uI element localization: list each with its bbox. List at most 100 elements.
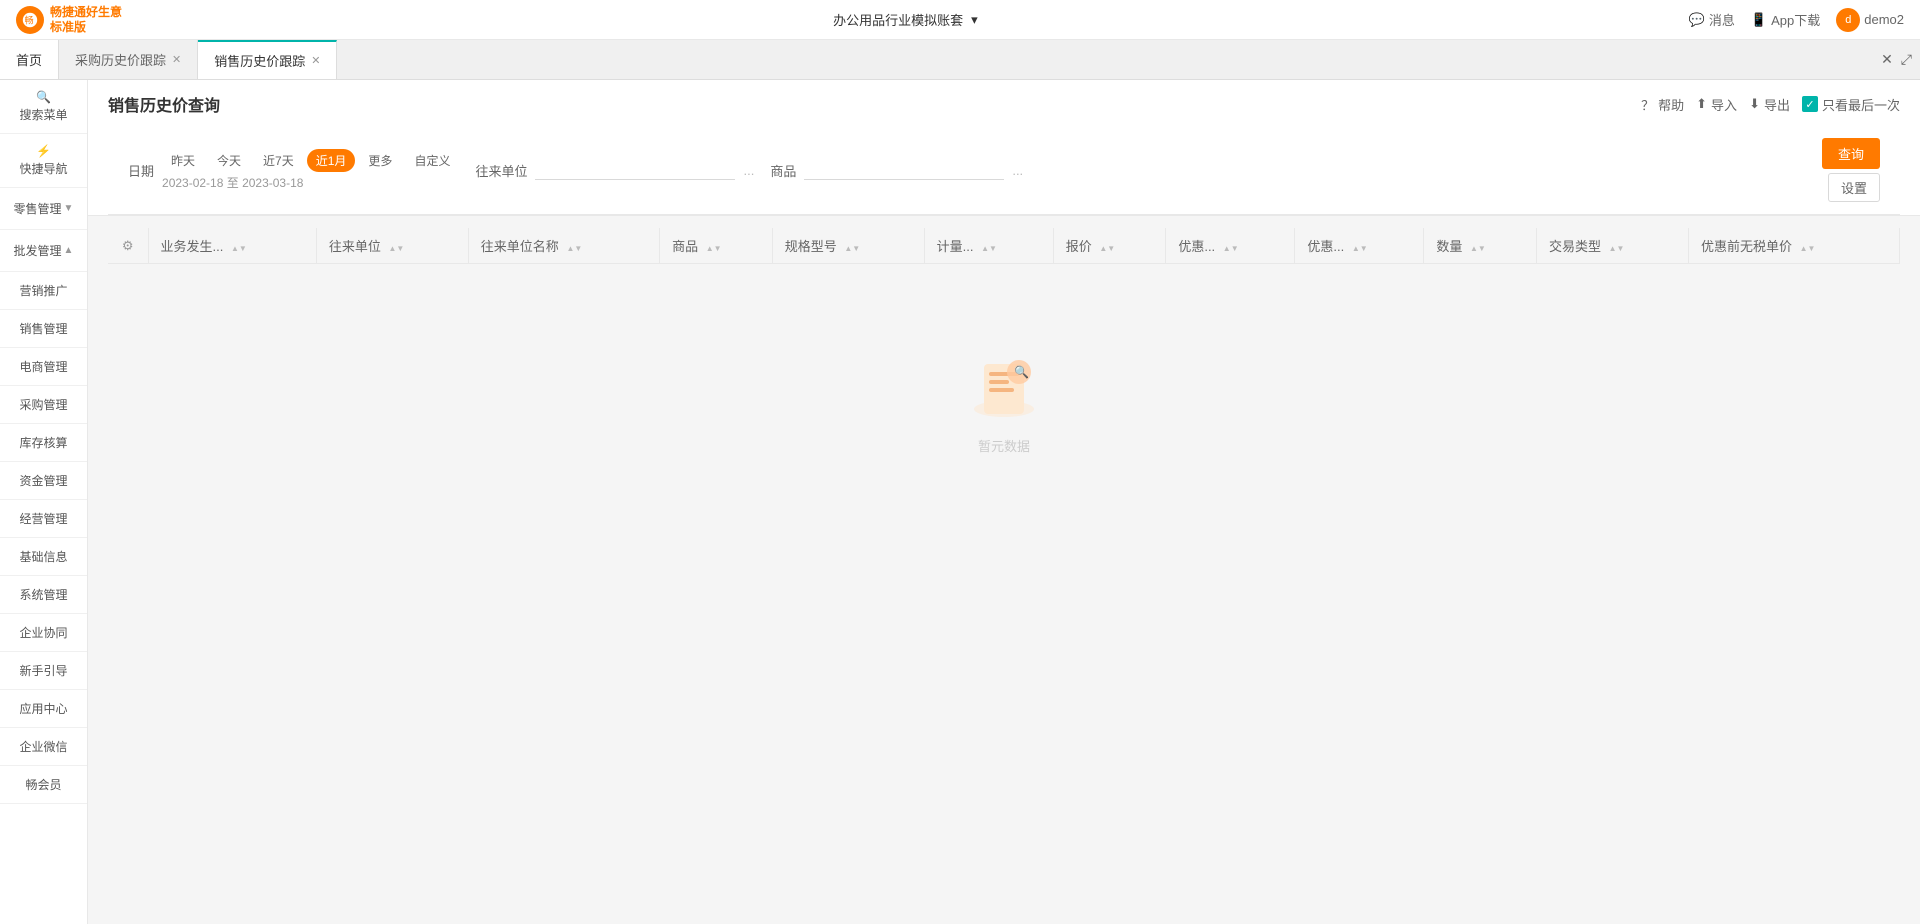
tab-purchase[interactable]: 采购历史价跟踪 ✕ — [59, 40, 198, 79]
date-today[interactable]: 今天 — [208, 149, 250, 172]
col-settings[interactable]: ⚙ — [108, 228, 148, 264]
query-button[interactable]: 查询 — [1822, 138, 1880, 169]
col-partner-code[interactable]: 往来单位 ▲▼ — [316, 228, 468, 264]
col-spec[interactable]: 规格型号 ▲▼ — [772, 228, 924, 264]
tab-purchase-close[interactable]: ✕ — [172, 53, 181, 66]
sort-icon: ▲▼ — [1470, 244, 1486, 253]
product-label: 商品 — [770, 161, 796, 180]
message-icon: 💬 — [1689, 12, 1705, 28]
col-trade-type[interactable]: 交易类型 ▲▼ — [1537, 228, 1689, 264]
sort-icon: ▲▼ — [706, 244, 722, 253]
tab-sales-label: 销售历史价跟踪 — [214, 51, 305, 70]
sidebar-item-inventory[interactable]: 库存核算 — [0, 424, 87, 462]
sidebar-item-finance[interactable]: 资金管理 — [0, 462, 87, 500]
sort-icon: ▲▼ — [1800, 244, 1816, 253]
tab-home-label: 首页 — [16, 50, 42, 69]
sort-icon: ▲▼ — [1099, 244, 1115, 253]
sidebar-item-operations[interactable]: 经营管理 — [0, 500, 87, 538]
sort-icon: ▲▼ — [388, 244, 404, 253]
top-bar-left: 畅 畅捷通好生意 标准版 — [16, 5, 122, 34]
table-container: ⚙ 业务发生... ▲▼ 往来单位 ▲▼ 往来单位名称 ▲▼ — [88, 216, 1920, 924]
sort-icon: ▲▼ — [566, 244, 582, 253]
workspace-label: 办公用品行业模拟账套 — [833, 10, 963, 29]
app-download-button[interactable]: 📱 App下载 — [1751, 10, 1820, 29]
sidebar-item-enterprise[interactable]: 企业协同 — [0, 614, 87, 652]
sidebar-item-basic[interactable]: 基础信息 — [0, 538, 87, 576]
col-biz-date[interactable]: 业务发生... ▲▼ — [148, 228, 316, 264]
help-button[interactable]: ？ 帮助 — [1641, 95, 1684, 114]
message-button[interactable]: 💬 消息 — [1689, 10, 1735, 29]
col-unit[interactable]: 计量... ▲▼ — [924, 228, 1053, 264]
sidebar-item-marketing[interactable]: 营销推广 — [0, 272, 87, 310]
partner-input[interactable] — [535, 160, 735, 180]
workspace-dropdown-icon[interactable]: ▾ — [971, 12, 978, 28]
empty-state: 🔍 暂元数据 — [108, 264, 1900, 535]
tab-home[interactable]: 首页 — [0, 40, 59, 79]
sidebar-item-search[interactable]: 🔍 搜索菜单 — [0, 80, 87, 134]
product-input[interactable] — [804, 160, 1004, 180]
col-partner-name[interactable]: 往来单位名称 ▲▼ — [468, 228, 659, 264]
sidebar-item-quick[interactable]: ⚡ 快捷导航 — [0, 134, 87, 188]
partner-label: 往来单位 — [475, 161, 527, 180]
search-icon: 🔍 — [36, 90, 51, 104]
partner-filter-group: 往来单位 ... — [475, 160, 754, 180]
col-discount2[interactable]: 优惠... ▲▼ — [1295, 228, 1424, 264]
col-pretax[interactable]: 优惠前无税单价 ▲▼ — [1688, 228, 1899, 264]
tab-sales[interactable]: 销售历史价跟踪 ✕ — [198, 40, 337, 79]
col-product[interactable]: 商品 ▲▼ — [660, 228, 773, 264]
col-discount1[interactable]: 优惠... ▲▼ — [1166, 228, 1295, 264]
sort-icon: ▲▼ — [1223, 244, 1239, 253]
page-header: 销售历史价查询 ？ 帮助 ⬆ 导入 ⬇ 导出 ✓ — [88, 80, 1920, 216]
sidebar-item-guide[interactable]: 新手引导 — [0, 652, 87, 690]
table-header-row: ⚙ 业务发生... ▲▼ 往来单位 ▲▼ 往来单位名称 ▲▼ — [108, 228, 1900, 264]
date-buttons: 昨天 今天 近7天 近1月 更多 自定义 — [162, 149, 459, 172]
tab-sales-close[interactable]: ✕ — [311, 54, 320, 67]
date-filter-col: 昨天 今天 近7天 近1月 更多 自定义 2023-02-18 至 2023-0… — [162, 149, 459, 191]
phone-icon: 📱 — [1751, 12, 1767, 28]
gear-icon[interactable]: ⚙ — [122, 238, 134, 253]
user-avatar[interactable]: d demo2 — [1836, 8, 1904, 32]
sidebar-item-ecommerce[interactable]: 电商管理 — [0, 348, 87, 386]
sidebar-item-vip[interactable]: 畅会员 — [0, 766, 87, 804]
date-1month[interactable]: 近1月 — [307, 149, 356, 172]
sidebar-item-system[interactable]: 系统管理 — [0, 576, 87, 614]
product-dots: ... — [1012, 163, 1023, 178]
logo-text: 畅捷通好生意 标准版 — [50, 5, 122, 34]
close-window-icon[interactable]: ✕ — [1881, 51, 1893, 68]
logo-icon: 畅 — [16, 6, 44, 34]
maximize-icon[interactable]: ⤢ — [1901, 51, 1912, 68]
sort-icon: ▲▼ — [231, 244, 247, 253]
page-actions: ？ 帮助 ⬆ 导入 ⬇ 导出 ✓ 只看最后一次 — [1641, 95, 1900, 114]
sort-icon: ▲▼ — [844, 244, 860, 253]
workspace-selector[interactable]: 办公用品行业模拟账套 ▾ — [833, 10, 978, 29]
date-yesterday[interactable]: 昨天 — [162, 149, 204, 172]
only-last-checkbox[interactable]: ✓ — [1802, 96, 1818, 112]
settings-button[interactable]: 设置 — [1828, 173, 1880, 202]
date-custom[interactable]: 自定义 — [405, 149, 459, 172]
only-last-checkbox-group[interactable]: ✓ 只看最后一次 — [1802, 95, 1900, 114]
sidebar-item-sales-mgmt[interactable]: 销售管理 — [0, 310, 87, 348]
tab-purchase-label: 采购历史价跟踪 — [75, 50, 166, 69]
sidebar-item-wholesale[interactable]: 批发管理 ▲ — [0, 230, 87, 272]
col-qty[interactable]: 数量 ▲▼ — [1424, 228, 1537, 264]
date-filter-group: 日期 昨天 今天 近7天 近1月 更多 自定义 2023-02-18 至 202… — [128, 149, 459, 191]
date-label: 日期 — [128, 161, 154, 180]
export-button[interactable]: ⬇ 导出 — [1749, 95, 1790, 114]
col-quote[interactable]: 报价 ▲▼ — [1053, 228, 1166, 264]
content-area: 销售历史价查询 ？ 帮助 ⬆ 导入 ⬇ 导出 ✓ — [88, 80, 1920, 924]
sidebar: 🔍 搜索菜单 ⚡ 快捷导航 零售管理 ▼ 批发管理 ▲ 营销推广 销售管理 电商… — [0, 80, 88, 924]
quick-icon: ⚡ — [36, 144, 51, 158]
sidebar-item-apps[interactable]: 应用中心 — [0, 690, 87, 728]
chevron-up-icon: ▲ — [64, 245, 74, 256]
sidebar-item-wechat[interactable]: 企业微信 — [0, 728, 87, 766]
chevron-down-icon: ▼ — [64, 203, 74, 214]
partner-dots: ... — [743, 163, 754, 178]
export-icon: ⬇ — [1749, 96, 1760, 112]
sidebar-item-purchase[interactable]: 采购管理 — [0, 386, 87, 424]
date-more[interactable]: 更多 — [359, 149, 401, 172]
top-bar: 畅 畅捷通好生意 标准版 办公用品行业模拟账套 ▾ 💬 消息 📱 App下载 d… — [0, 0, 1920, 40]
import-button[interactable]: ⬆ 导入 — [1696, 95, 1737, 114]
sidebar-item-retail[interactable]: 零售管理 ▼ — [0, 188, 87, 230]
tab-bar: 首页 采购历史价跟踪 ✕ 销售历史价跟踪 ✕ ✕ ⤢ — [0, 40, 1920, 80]
date-7days[interactable]: 近7天 — [254, 149, 303, 172]
